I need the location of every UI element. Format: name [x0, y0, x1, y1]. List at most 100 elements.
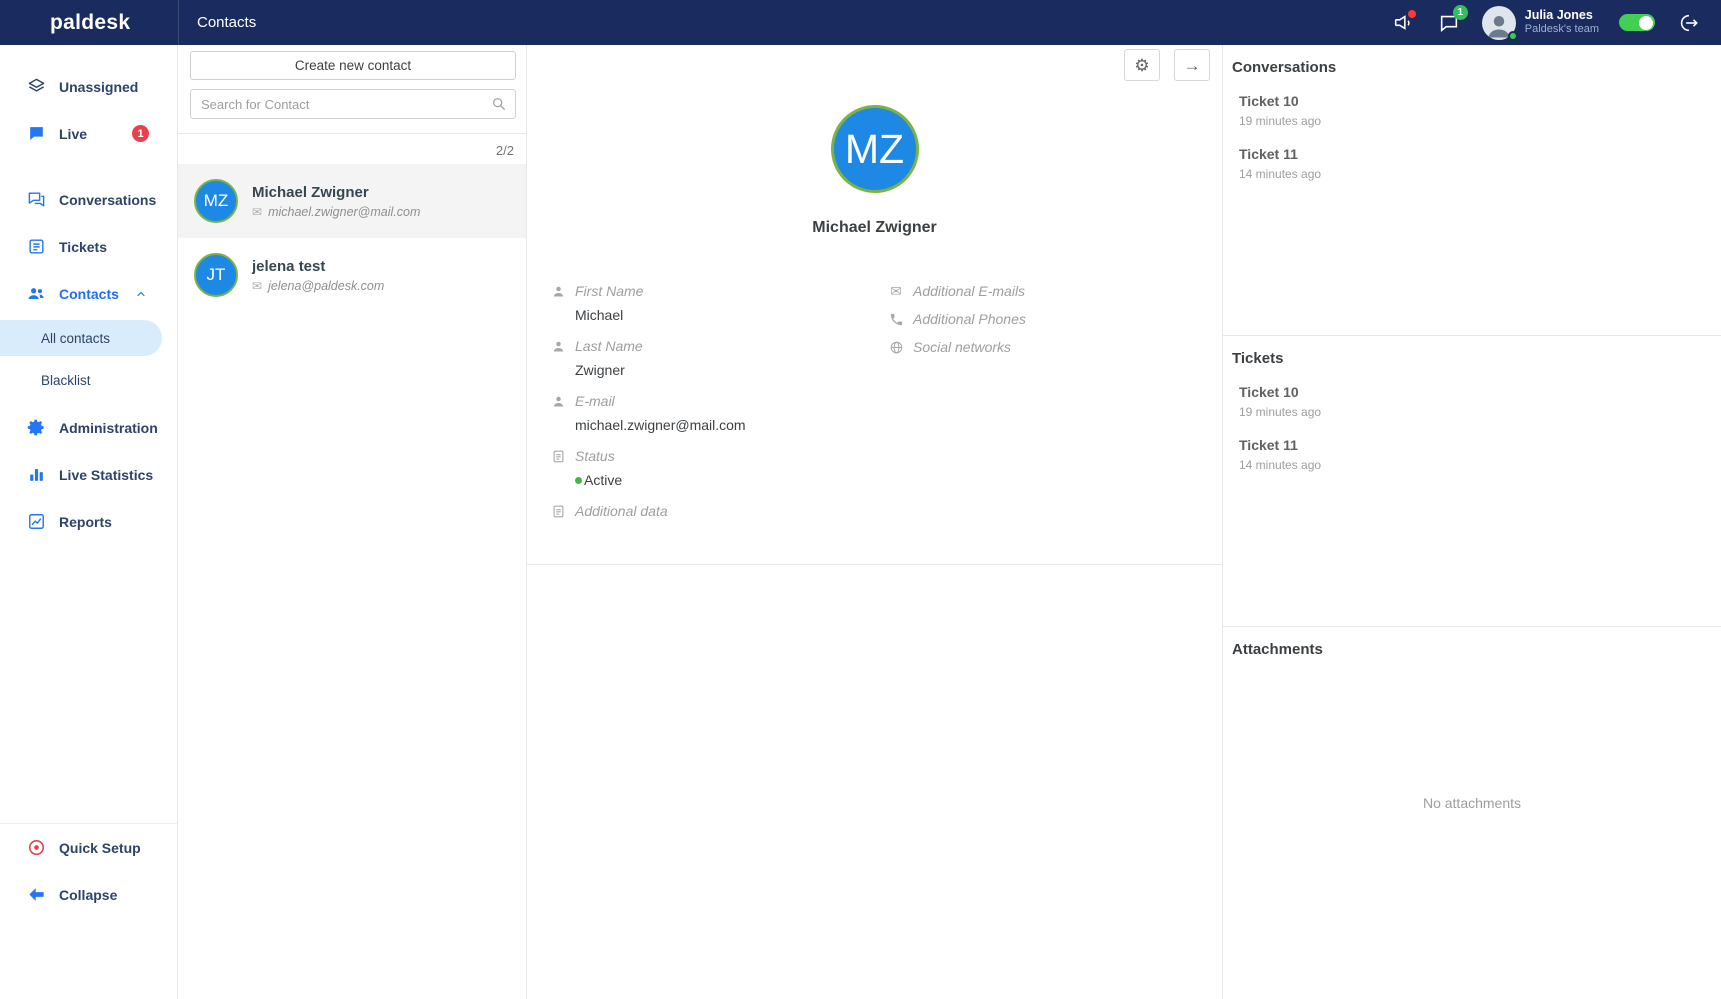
contact-settings-button[interactable]: ⚙ [1124, 49, 1160, 81]
create-contact-button[interactable]: Create new contact [190, 51, 516, 80]
online-status-dot [1507, 30, 1518, 41]
sidebar-item-conversations[interactable]: Conversations [0, 176, 177, 223]
field-value: Active [584, 472, 623, 488]
target-icon [26, 838, 46, 857]
tickets-header: Tickets [1232, 350, 1284, 367]
contact-list-item[interactable]: JT jelena test ✉ jelena@paldesk.com [178, 238, 526, 312]
chats-icon [26, 190, 46, 209]
field-label: Additional E-mails [913, 283, 1026, 299]
user-team: Paldesk's team [1524, 23, 1599, 36]
envelope-icon: ✉ [252, 278, 263, 293]
sidebar-item-label: Reports [59, 513, 112, 530]
field-label: Social networks [913, 339, 1012, 355]
envelope-icon: ✉ [890, 283, 902, 299]
field-additional-phones: Additional Phones [888, 309, 1222, 329]
field-status: Status Active [550, 446, 888, 488]
sidebar-item-label: Conversations [59, 191, 157, 208]
field-social-networks: Social networks [888, 337, 1222, 357]
expand-panel-button[interactable]: → [1174, 49, 1210, 81]
sidebar-item-tickets[interactable]: Tickets [0, 223, 177, 270]
field-value: michael.zwigner@mail.com [575, 417, 746, 433]
ticket-title: Ticket 10 [1239, 384, 1299, 400]
sidebar-footer: Quick Setup Collapse [0, 823, 177, 999]
sidebar-item-label: Quick Setup [59, 839, 141, 856]
user-name: Julia Jones [1524, 7, 1593, 22]
contact-list-panel: Create new contact 2/2 MZ Michael Zwigne… [178, 45, 527, 999]
contact-counter: 2/2 [495, 143, 514, 158]
sidebar-item-label: Unassigned [59, 78, 139, 95]
tickets-section: Tickets Ticket 10 19 minutes ago Ticket … [1223, 336, 1721, 627]
contact-detail-name: Michael Zwigner [812, 219, 937, 236]
sidebar: Unassigned Live 1 Conversations Tickets … [0, 45, 178, 999]
availability-toggle[interactable] [1619, 14, 1655, 31]
logout-icon [1677, 12, 1699, 34]
field-value: Michael [575, 307, 624, 323]
conversations-header: Conversations [1232, 59, 1337, 76]
announcements-button[interactable] [1390, 9, 1416, 36]
contact-name: Michael Zwigner [252, 183, 369, 201]
no-attachments-text: No attachments [1422, 794, 1522, 811]
sidebar-item-label: Contacts [59, 285, 119, 302]
contact-email: michael.zwigner@mail.com [268, 204, 421, 219]
chevron-up-icon [135, 288, 147, 300]
sidebar-item-label: Tickets [59, 238, 107, 255]
sidebar-item-label: Live Statistics [59, 466, 154, 483]
arrow-left-icon [26, 885, 46, 904]
page-title: Contacts [197, 14, 257, 31]
list-icon [550, 449, 566, 464]
conversation-item[interactable]: Ticket 10 19 minutes ago [1223, 84, 1721, 137]
sidebar-item-blacklist[interactable]: Blacklist [0, 356, 177, 404]
search-icon [491, 96, 507, 112]
sidebar-item-label: All contacts [41, 330, 111, 346]
top-navbar: paldesk Contacts 1 Julia Jones Paldesk's… [0, 0, 1721, 45]
contact-list-item[interactable]: MZ Michael Zwigner ✉ michael.zwigner@mai… [178, 164, 526, 238]
sidebar-item-administration[interactable]: Administration [0, 404, 177, 451]
sidebar-item-all-contacts[interactable]: All contacts [0, 320, 162, 356]
ticket-title: Ticket 11 [1239, 437, 1298, 453]
field-label: Additional data [575, 503, 668, 519]
gear-icon [26, 418, 46, 437]
ticket-item[interactable]: Ticket 11 14 minutes ago [1223, 428, 1721, 481]
messages-button[interactable]: 1 [1436, 4, 1468, 36]
logout-button[interactable] [1675, 10, 1701, 36]
field-first-name: First Name Michael [550, 281, 888, 323]
field-label: First Name [575, 283, 644, 299]
contact-name: jelena test [252, 257, 326, 275]
toggle-knob [1639, 15, 1653, 30]
list-icon [550, 504, 566, 519]
user-menu[interactable]: Julia Jones Paldesk's team [1481, 5, 1599, 41]
chat-icon [26, 124, 46, 143]
sidebar-item-live-statistics[interactable]: Live Statistics [0, 451, 177, 498]
sidebar-item-live[interactable]: Live 1 [0, 110, 177, 157]
sidebar-item-label: Live [59, 125, 88, 142]
people-icon [26, 284, 46, 303]
line-chart-icon [26, 512, 46, 531]
contact-search-input[interactable] [190, 89, 516, 119]
field-label: E-mail [575, 393, 615, 409]
sidebar-item-collapse[interactable]: Collapse [0, 871, 177, 918]
conversation-item[interactable]: Ticket 11 14 minutes ago [1223, 137, 1721, 190]
attachments-section: Attachments No attachments [1223, 627, 1721, 999]
globe-icon [888, 340, 904, 355]
person-icon [550, 394, 566, 409]
field-label: Last Name [575, 338, 643, 354]
sidebar-item-quick-setup[interactable]: Quick Setup [0, 824, 177, 871]
field-label: Additional Phones [913, 311, 1026, 327]
conversations-section: Conversations Ticket 10 19 minutes ago T… [1223, 45, 1721, 336]
ticket-icon [26, 237, 46, 256]
contact-detail-avatar: MZ [830, 105, 919, 193]
ticket-item[interactable]: Ticket 10 19 minutes ago [1223, 375, 1721, 428]
sidebar-item-unassigned[interactable]: Unassigned [0, 63, 177, 110]
field-label: Status [575, 448, 615, 464]
ticket-time: 19 minutes ago [1239, 114, 1322, 128]
ticket-time: 14 minutes ago [1239, 458, 1322, 472]
ticket-time: 19 minutes ago [1239, 405, 1322, 419]
sidebar-item-label: Administration [59, 419, 158, 436]
ticket-title: Ticket 10 [1239, 93, 1299, 109]
field-additional-emails: ✉ Additional E-mails [888, 281, 1222, 301]
sidebar-item-contacts[interactable]: Contacts [0, 270, 177, 317]
notification-dot [1407, 9, 1416, 18]
field-email: E-mail michael.zwigner@mail.com [550, 391, 888, 433]
sidebar-item-reports[interactable]: Reports [0, 498, 177, 545]
sidebar-item-label: Collapse [59, 886, 118, 903]
